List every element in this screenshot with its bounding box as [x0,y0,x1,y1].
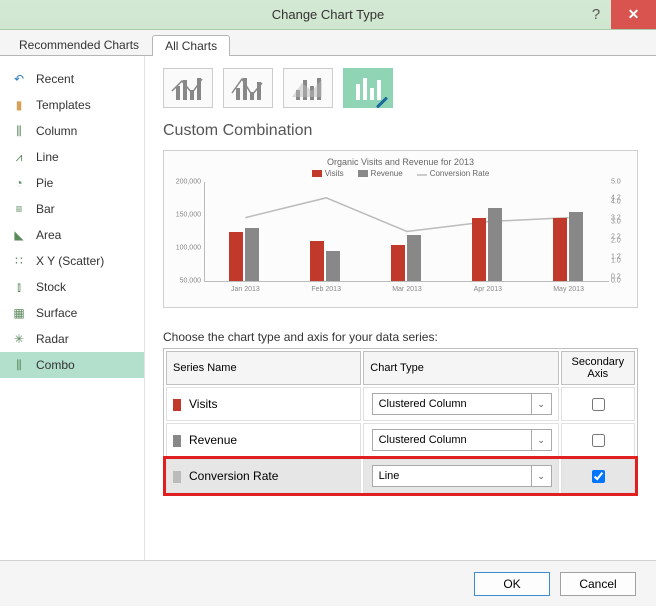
surface-icon: ▦ [10,305,28,321]
close-button[interactable]: ✕ [611,0,656,29]
preview-legend: Visits Revenue Conversion Rate [174,169,627,178]
secondary-axis-checkbox[interactable] [592,470,605,483]
series-name-text: Revenue [189,433,237,447]
help-button[interactable]: ? [581,0,611,29]
sidebar-item-label: Line [36,150,59,164]
main-panel: Custom Combination Organic Visits and Re… [145,56,656,560]
chart-type-dropdown[interactable]: Clustered Column⌄ [372,393,552,415]
chevron-down-icon: ⌄ [531,430,551,450]
sidebar-item-area[interactable]: ◣ Area [0,222,144,248]
chevron-down-icon: ⌄ [531,394,551,414]
column-icon: ⫼ [10,123,28,139]
preview-plot: 50,000100,000150,000200,0000.00.21.01.22… [204,182,609,282]
col-chart-type: Chart Type [363,351,558,385]
ok-button[interactable]: OK [474,572,550,596]
area-icon: ◣ [10,227,28,243]
sidebar-item-column[interactable]: ⫼ Column [0,118,144,144]
sidebar-item-label: Stock [36,280,66,294]
sidebar-item-templates[interactable]: ▮ Templates [0,92,144,118]
sidebar-item-label: Combo [36,358,75,372]
close-icon: ✕ [628,6,640,23]
sidebar-item-stock[interactable]: ⫾ Stock [0,274,144,300]
combo-subtype-row [163,68,638,108]
col-secondary-axis: Secondary Axis [561,351,635,385]
secondary-axis-checkbox[interactable] [592,434,605,447]
series-row: Conversion Rate Line⌄ [166,459,635,493]
secondary-axis-checkbox[interactable] [592,398,605,411]
sidebar-item-label: Recent [36,72,74,86]
sidebar-item-combo[interactable]: ⫼ Combo [0,352,144,378]
chart-type-dropdown[interactable]: Clustered Column⌄ [372,429,552,451]
col-series-name: Series Name [166,351,361,385]
subtype-clustered-column-line-secondary[interactable] [223,68,273,108]
chevron-down-icon: ⌄ [531,466,551,486]
sidebar-item-line[interactable]: ⩘ Line [0,144,144,170]
sidebar-item-label: Area [36,228,61,242]
titlebar: Change Chart Type ? ✕ [0,0,656,30]
dropdown-value: Clustered Column [373,398,531,410]
sidebar-item-pie[interactable]: ◔ Pie [0,170,144,196]
tab-all-charts[interactable]: All Charts [152,35,230,56]
sidebar-item-label: Bar [36,202,55,216]
dropdown-value: Line [373,470,531,482]
window-title: Change Chart Type [272,7,385,22]
series-row: Visits Clustered Column⌄ [166,387,635,421]
sidebar-item-label: Templates [36,98,91,112]
stock-icon: ⫾ [10,279,28,295]
legend-conversion: Conversion Rate [430,169,490,178]
preview-chart-title: Organic Visits and Revenue for 2013 [174,157,627,167]
series-name-text: Visits [189,397,217,411]
sidebar-item-label: Radar [36,332,69,346]
pie-icon: ◔ [10,175,28,191]
combo-icon: ⫼ [10,357,28,373]
tab-bar: Recommended Charts All Charts [0,30,656,56]
chart-preview: Organic Visits and Revenue for 2013 Visi… [163,150,638,308]
sidebar-item-radar[interactable]: ✳ Radar [0,326,144,352]
sidebar-item-bar[interactable]: ≡ Bar [0,196,144,222]
line-icon: ⩘ [10,149,28,165]
sidebar-item-label: X Y (Scatter) [36,254,104,268]
sidebar-item-label: Pie [36,176,53,190]
radar-icon: ✳ [10,331,28,347]
bar-icon: ≡ [10,201,28,217]
choose-series-label: Choose the chart type and axis for your … [163,330,638,344]
series-row: Revenue Clustered Column⌄ [166,423,635,457]
scatter-icon: ∷ [10,253,28,269]
series-table: Series Name Chart Type Secondary Axis Vi… [163,348,638,496]
legend-revenue: Revenue [371,169,403,178]
subtype-clustered-column-line[interactable] [163,68,213,108]
chart-type-dropdown[interactable]: Line⌄ [372,465,552,487]
dialog-footer: OK Cancel [0,560,656,606]
sidebar-item-surface[interactable]: ▦ Surface [0,300,144,326]
sidebar-item-label: Column [36,124,77,138]
subtype-stacked-area-column[interactable] [283,68,333,108]
subtype-heading: Custom Combination [163,122,638,140]
subtype-custom-combination[interactable] [343,68,393,108]
recent-icon: ↶ [10,71,28,87]
tab-recommended-charts[interactable]: Recommended Charts [6,34,152,55]
cancel-button[interactable]: Cancel [560,572,636,596]
sidebar-item-label: Surface [36,306,77,320]
legend-visits: Visits [325,169,344,178]
dropdown-value: Clustered Column [373,434,531,446]
sidebar-item-scatter[interactable]: ∷ X Y (Scatter) [0,248,144,274]
sidebar-item-recent[interactable]: ↶ Recent [0,66,144,92]
templates-icon: ▮ [10,97,28,113]
chart-category-sidebar: ↶ Recent ▮ Templates ⫼ Column ⩘ Line ◔ Pie ≡ B… [0,56,145,560]
series-name-text: Conversion Rate [189,469,278,483]
